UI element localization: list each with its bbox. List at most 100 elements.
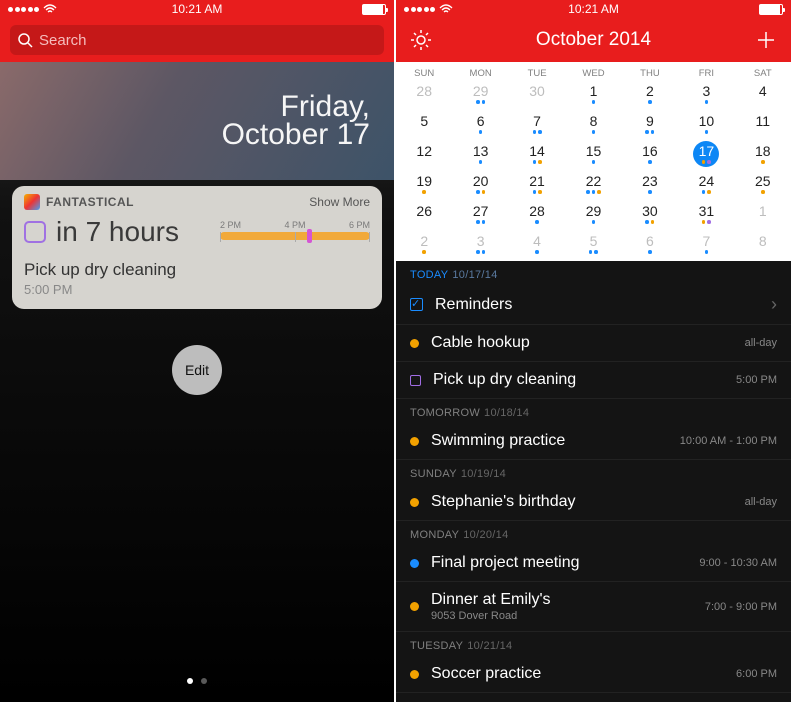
- event-row[interactable]: Soccer practice6:00 PM: [396, 656, 791, 693]
- calendar-day[interactable]: 8: [735, 231, 791, 261]
- event-row[interactable]: Dinner at Emily's9053 Dover Road7:00 - 9…: [396, 582, 791, 632]
- edit-button[interactable]: Edit: [172, 345, 222, 395]
- day-number: 29: [473, 83, 489, 99]
- dow-label: SAT: [735, 62, 791, 81]
- search-header: Search: [0, 18, 394, 62]
- day-number: 5: [420, 113, 428, 129]
- month-title[interactable]: October 2014: [536, 29, 651, 51]
- calendar-day[interactable]: 3: [452, 231, 508, 261]
- event-title: Stephanie's birthday: [431, 493, 575, 511]
- calendar-day[interactable]: 2: [622, 81, 678, 111]
- event-row[interactable]: Swimming practice10:00 AM - 1:00 PM: [396, 423, 791, 460]
- calendar-day[interactable]: 14: [509, 141, 565, 171]
- chevron-right-icon: ›: [771, 294, 777, 315]
- event-time: 7:00 - 9:00 PM: [705, 601, 777, 613]
- event-time: 9:00 - 10:30 AM: [699, 557, 777, 569]
- calendar-day[interactable]: 29: [565, 201, 621, 231]
- page-indicator[interactable]: [187, 678, 207, 684]
- event-bullet-icon: [410, 602, 419, 611]
- day-number: 12: [416, 143, 432, 159]
- fantastical-widget[interactable]: FANTASTICAL Show More in 7 hours 2 PM 4 …: [12, 186, 382, 309]
- calendar-day[interactable]: 2: [396, 231, 452, 261]
- day-number: 2: [420, 233, 428, 249]
- calendar-day[interactable]: 7: [678, 231, 734, 261]
- day-number: 31: [699, 203, 715, 219]
- event-row[interactable]: Pick up dry cleaning5:00 PM: [396, 362, 791, 399]
- event-row[interactable]: Final project meeting9:00 - 10:30 AM: [396, 545, 791, 582]
- calendar-day[interactable]: 15: [565, 141, 621, 171]
- calendar-screen: 10:21 AM October 2014 SUNMONTUEWEDTHUFRI…: [396, 0, 791, 702]
- dow-label: FRI: [678, 62, 734, 81]
- plus-icon[interactable]: [755, 29, 777, 51]
- calendar-day[interactable]: 17: [678, 141, 734, 171]
- search-input[interactable]: Search: [10, 25, 384, 55]
- calendar-day[interactable]: 1: [565, 81, 621, 111]
- event-row[interactable]: Stephanie's birthdayall-day: [396, 484, 791, 521]
- calendar-day[interactable]: 5: [396, 111, 452, 141]
- day-number: 22: [586, 173, 602, 189]
- event-time: 10:00 AM - 1:00 PM: [680, 435, 777, 447]
- calendar-day[interactable]: 22: [565, 171, 621, 201]
- calendar-day[interactable]: 3: [678, 81, 734, 111]
- calendar-day[interactable]: 16: [622, 141, 678, 171]
- reminder-checkbox-icon[interactable]: [24, 221, 46, 243]
- section-header: TOMORROW10/18/14: [396, 399, 791, 423]
- calendar-day[interactable]: 25: [735, 171, 791, 201]
- calendar-day[interactable]: 28: [509, 201, 565, 231]
- calendar-grid: SUNMONTUEWEDTHUFRISAT 282930123456789101…: [396, 62, 791, 261]
- day-number: 19: [416, 173, 432, 189]
- day-number: 16: [642, 143, 658, 159]
- day-number: 14: [529, 143, 545, 159]
- calendar-day[interactable]: 27: [452, 201, 508, 231]
- signal-dots-icon: [8, 7, 39, 12]
- calendar-day[interactable]: 5: [565, 231, 621, 261]
- timeline: 2 PM 4 PM 6 PM: [220, 220, 370, 254]
- calendar-day[interactable]: 10: [678, 111, 734, 141]
- calendar-day[interactable]: 1: [735, 201, 791, 231]
- tick-label: 6 PM: [349, 220, 370, 230]
- calendar-day[interactable]: 13: [452, 141, 508, 171]
- day-number: 3: [477, 233, 485, 249]
- calendar-day[interactable]: 4: [509, 231, 565, 261]
- calendar-day[interactable]: 31: [678, 201, 734, 231]
- calendar-day[interactable]: 12: [396, 141, 452, 171]
- calendar-day[interactable]: 18: [735, 141, 791, 171]
- calendar-day[interactable]: 24: [678, 171, 734, 201]
- calendar-day[interactable]: 6: [622, 231, 678, 261]
- calendar-day[interactable]: 4: [735, 81, 791, 111]
- widget-task-time: 5:00 PM: [24, 282, 370, 297]
- calendar-day[interactable]: 20: [452, 171, 508, 201]
- gear-icon[interactable]: [410, 29, 432, 51]
- event-row[interactable]: Reminders›: [396, 285, 791, 325]
- calendar-day[interactable]: 21: [509, 171, 565, 201]
- tick-label: 2 PM: [220, 220, 241, 230]
- day-number: 26: [416, 203, 432, 219]
- calendar-day[interactable]: 19: [396, 171, 452, 201]
- calendar-day[interactable]: 7: [509, 111, 565, 141]
- day-number: 17: [699, 143, 715, 159]
- calendar-day[interactable]: 23: [622, 171, 678, 201]
- status-time: 10:21 AM: [568, 2, 619, 16]
- event-time: 5:00 PM: [736, 374, 777, 386]
- events-list[interactable]: TODAY10/17/14Reminders›Cable hookupall-d…: [396, 261, 791, 702]
- event-title: Cable hookup: [431, 334, 530, 352]
- calendar-day[interactable]: 28: [396, 81, 452, 111]
- date-hero: Friday, October 17: [0, 62, 394, 180]
- dow-label: WED: [565, 62, 621, 81]
- wifi-icon: [439, 4, 453, 14]
- event-row[interactable]: Cable hookupall-day: [396, 325, 791, 362]
- calendar-day[interactable]: 30: [509, 81, 565, 111]
- calendar-day[interactable]: 6: [452, 111, 508, 141]
- calendar-day[interactable]: 9: [622, 111, 678, 141]
- calendar-day[interactable]: 8: [565, 111, 621, 141]
- day-number: 7: [533, 113, 541, 129]
- search-placeholder: Search: [39, 32, 87, 49]
- calendar-day[interactable]: 26: [396, 201, 452, 231]
- show-more-button[interactable]: Show More: [309, 195, 370, 209]
- calendar-day[interactable]: 30: [622, 201, 678, 231]
- calendar-day[interactable]: 11: [735, 111, 791, 141]
- day-number: 1: [590, 83, 598, 99]
- widget-app-name: FANTASTICAL: [46, 195, 134, 209]
- battery-icon: [362, 4, 386, 15]
- calendar-day[interactable]: 29: [452, 81, 508, 111]
